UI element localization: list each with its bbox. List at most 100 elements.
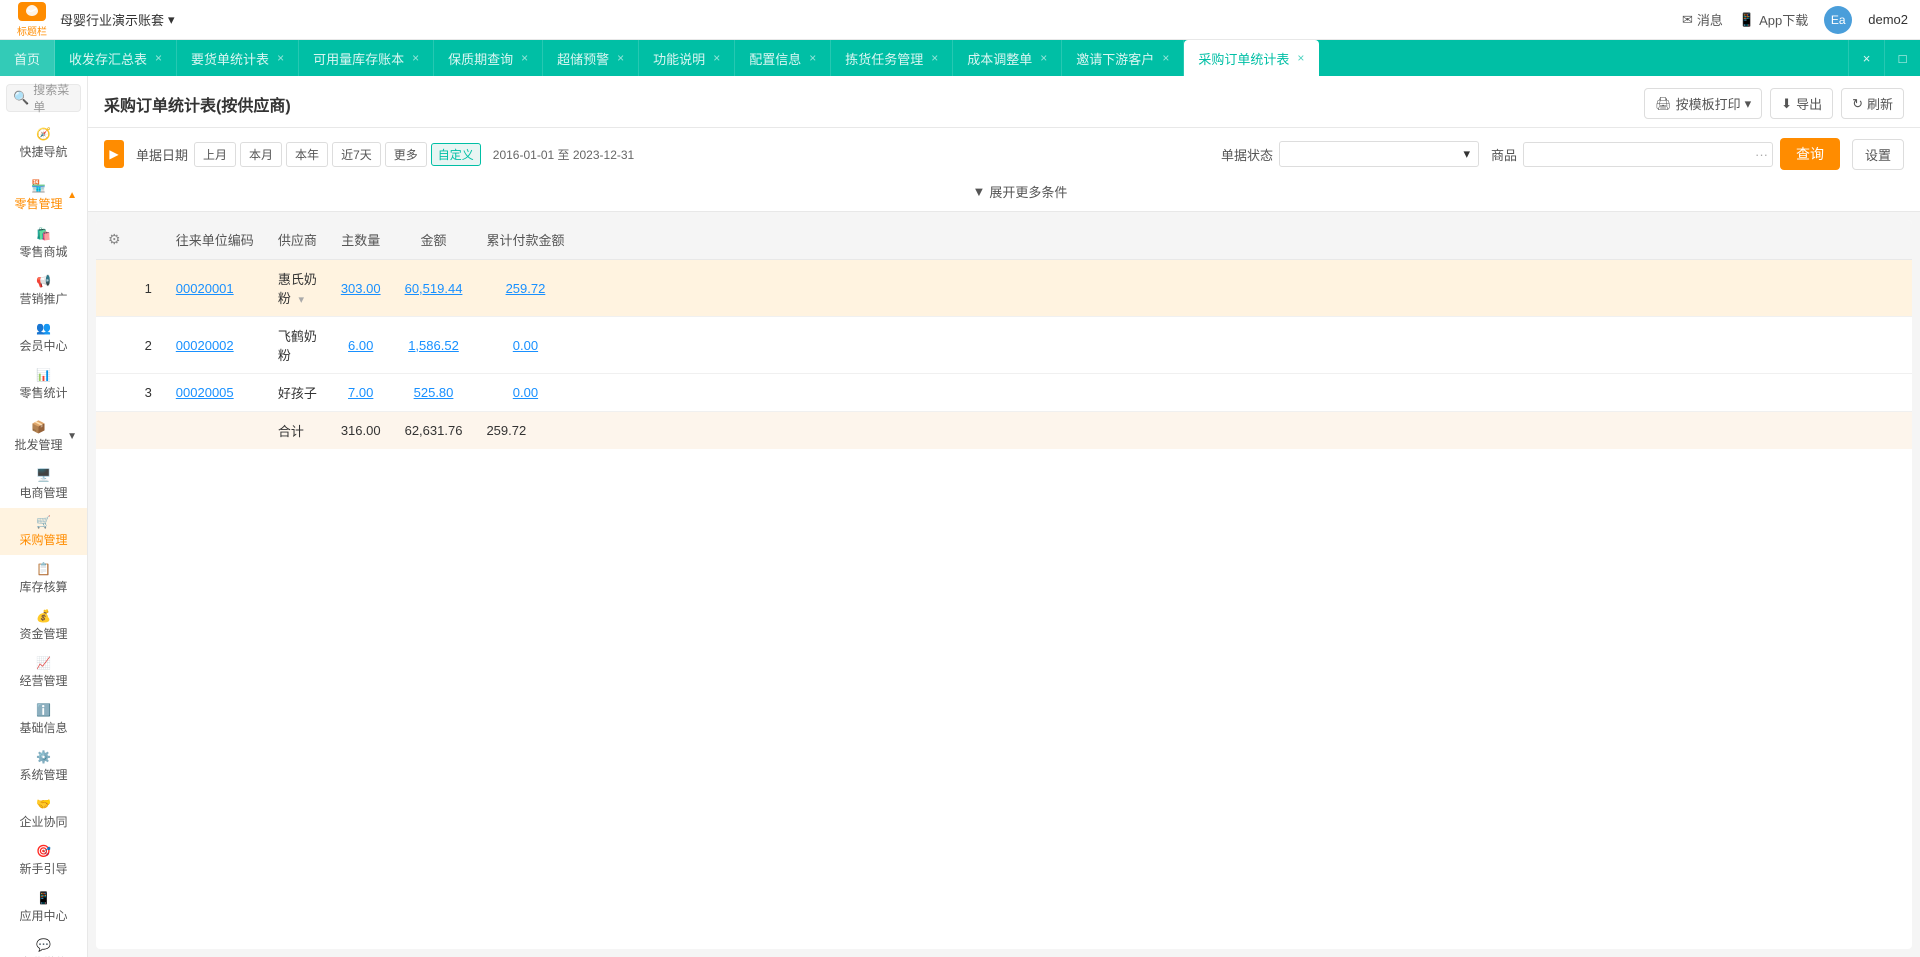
tab-pick-task-close[interactable]: × [931, 51, 938, 65]
shop-icon: 🛍️ [36, 227, 51, 241]
sidebar-shortcut-label: 快捷导航 [19, 143, 67, 160]
sidebar-item-finance-mgmt[interactable]: 💰 资金管理 [0, 602, 87, 649]
tab-order-summary-close[interactable]: × [277, 51, 284, 65]
tab-maximize-button[interactable]: □ [1884, 40, 1920, 76]
tab-purchase-summary-close[interactable]: × [1297, 51, 1304, 65]
tab-overstock-alert-close[interactable]: × [617, 51, 624, 65]
sidebar-item-app-center[interactable]: 📱 应用中心 [0, 884, 87, 931]
operations-icon: 📈 [36, 656, 51, 670]
sidebar-item-marketing[interactable]: 📢 营销推广 [0, 267, 87, 314]
tab-pick-task[interactable]: 拣货任务管理 × [831, 40, 953, 76]
sidebar-item-member-center[interactable]: 👥 会员中心 [0, 314, 87, 361]
tab-order-summary[interactable]: 要货单统计表 × [177, 40, 299, 76]
filter-date-item: 单据日期 上月 本月 本年 近7天 更多 自定义 [136, 142, 481, 167]
filter-btn-this-month[interactable]: 本月 [240, 142, 282, 167]
tab-purchase-summary[interactable]: 采购订单统计表 × [1184, 40, 1319, 76]
user-avatar[interactable]: Ea [1824, 6, 1852, 34]
export-button[interactable]: ⬇ 导出 [1770, 88, 1833, 119]
tab-config-info[interactable]: 配置信息 × [735, 40, 831, 76]
query-button[interactable]: 查询 [1780, 138, 1840, 170]
row-qty-3[interactable]: 7.00 [329, 374, 393, 412]
print-label: 按模板打印 [1676, 94, 1741, 113]
sidebar-basic-info-label: 基础信息 [19, 719, 67, 736]
filter-goods-input[interactable] [1523, 142, 1773, 167]
filter-btn-this-year[interactable]: 本年 [286, 142, 328, 167]
row-supplier-3: 好孩子 [266, 374, 329, 412]
workspace-selector[interactable]: 母婴行业演示账套 ▾ [60, 10, 175, 29]
sidebar-item-purchase-mgmt[interactable]: 🛒 采购管理 [0, 508, 87, 555]
info-icon: ℹ️ [36, 703, 51, 717]
sidebar-item-operations-mgmt[interactable]: 📈 经营管理 [0, 649, 87, 696]
tab-cost-adjust[interactable]: 成本调整单 × [953, 40, 1062, 76]
footer-qty: 316.00 [329, 412, 393, 450]
col-supplier-header: 供应商 [266, 220, 329, 260]
sidebar-item-system-mgmt[interactable]: ⚙️ 系统管理 [0, 743, 87, 790]
tab-cost-adjust-label: 成本调整单 [967, 49, 1032, 68]
column-settings-icon[interactable]: ⚙ [108, 231, 121, 247]
tab-invite-downstream[interactable]: 邀请下游客户 × [1062, 40, 1184, 76]
tab-warranty-query-close[interactable]: × [521, 51, 528, 65]
expand-filter-button[interactable]: ▼ 展开更多条件 [973, 182, 1068, 201]
tab-receive-summary-label: 收发存汇总表 [69, 49, 147, 68]
row-paid-amount-3[interactable]: 0.00 [474, 374, 576, 412]
row-seq-2: 2 [133, 317, 164, 374]
status-select-chevron-icon: ▾ [1463, 146, 1470, 162]
tab-cost-adjust-close[interactable]: × [1040, 51, 1047, 65]
finance-icon: 💰 [36, 609, 51, 623]
tab-home[interactable]: 首页 [0, 40, 55, 76]
tab-function-desc-label: 功能说明 [653, 49, 705, 68]
sidebar-item-stock-check[interactable]: 📋 库存核算 [0, 555, 87, 602]
sidebar-item-enterprise-collab[interactable]: 🤝 企业协同 [0, 790, 87, 837]
row-qty-1[interactable]: 303.00 [329, 260, 393, 317]
row-amount-2[interactable]: 1,586.52 [393, 317, 475, 374]
row-paid-amount-1[interactable]: 259.72 [474, 260, 576, 317]
sidebar-item-retail-shop[interactable]: 🛍️ 零售商城 [0, 220, 87, 267]
print-chevron-icon: ▾ [1745, 96, 1752, 112]
table-row: 1 00020001 惠氏奶粉 ▾ 303.00 60,519.44 259.7… [96, 260, 1912, 317]
row-amount-1[interactable]: 60,519.44 [393, 260, 475, 317]
tab-function-desc[interactable]: 功能说明 × [639, 40, 735, 76]
tab-config-info-close[interactable]: × [809, 51, 816, 65]
tab-receive-summary[interactable]: 收发存汇总表 × [55, 40, 177, 76]
goods-input-more-icon[interactable]: ··· [1755, 147, 1768, 162]
tab-available-stock[interactable]: 可用量库存账本 × [299, 40, 434, 76]
sidebar-item-ecommerce-mgmt[interactable]: 🖥️ 电商管理 [0, 461, 87, 508]
avatar-text: Ea [1831, 13, 1846, 27]
print-button[interactable]: 🖨 按模板打印 ▾ [1644, 88, 1762, 119]
row-unit-code-1[interactable]: 00020001 [164, 260, 266, 317]
tab-available-stock-close[interactable]: × [412, 51, 419, 65]
message-button[interactable]: ✉ 消息 [1682, 10, 1723, 29]
tab-warranty-query[interactable]: 保质期查询 × [434, 40, 543, 76]
refresh-button[interactable]: ↻ 刷新 [1841, 88, 1904, 119]
sidebar-item-wholesale-mgmt[interactable]: 📦 批发管理 ▼ [0, 412, 87, 461]
filter-status-select[interactable]: ▾ [1279, 141, 1479, 167]
tab-overstock-alert[interactable]: 超储预警 × [543, 40, 639, 76]
row-unit-code-2[interactable]: 00020002 [164, 317, 266, 374]
sidebar-search-box[interactable]: 🔍 搜索菜单 [6, 84, 81, 112]
supplier-expand-icon-1[interactable]: ▾ [298, 294, 304, 306]
sidebar-item-retail-stats[interactable]: 📊 零售统计 [0, 361, 87, 408]
app-download-button[interactable]: 📱 App下载 [1739, 10, 1808, 29]
row-paid-amount-2[interactable]: 0.00 [474, 317, 576, 374]
sidebar-ecommerce-label: 电商管理 [19, 484, 67, 501]
sidebar-item-new-user-guide[interactable]: 🎯 新手引导 [0, 837, 87, 884]
row-unit-code-3[interactable]: 00020005 [164, 374, 266, 412]
tab-invite-downstream-close[interactable]: × [1162, 51, 1169, 65]
filter-btn-more[interactable]: 更多 [385, 142, 427, 167]
row-amount-3[interactable]: 525.80 [393, 374, 475, 412]
sidebar-item-retail-mgmt[interactable]: 🏪 零售管理 ▲ [0, 171, 87, 220]
tab-function-desc-close[interactable]: × [713, 51, 720, 65]
sidebar-item-shortcut[interactable]: 🧭 快捷导航 [0, 120, 87, 167]
tab-config-info-label: 配置信息 [749, 49, 801, 68]
wholesale-icon: 📦 [31, 420, 46, 434]
tab-close-all-button[interactable]: × [1848, 40, 1884, 76]
export-label: 导出 [1796, 94, 1822, 113]
sidebar-item-enterprise-wechat[interactable]: 💬 企业微信 [0, 931, 87, 957]
filter-btn-last-7-days[interactable]: 近7天 [332, 142, 381, 167]
tab-receive-summary-close[interactable]: × [155, 51, 162, 65]
filter-btn-last-month[interactable]: 上月 [194, 142, 236, 167]
row-qty-2[interactable]: 6.00 [329, 317, 393, 374]
settings-button[interactable]: 设置 [1852, 139, 1904, 170]
filter-collapse-button[interactable]: ▶ [104, 140, 124, 168]
sidebar-item-basic-info[interactable]: ℹ️ 基础信息 [0, 696, 87, 743]
